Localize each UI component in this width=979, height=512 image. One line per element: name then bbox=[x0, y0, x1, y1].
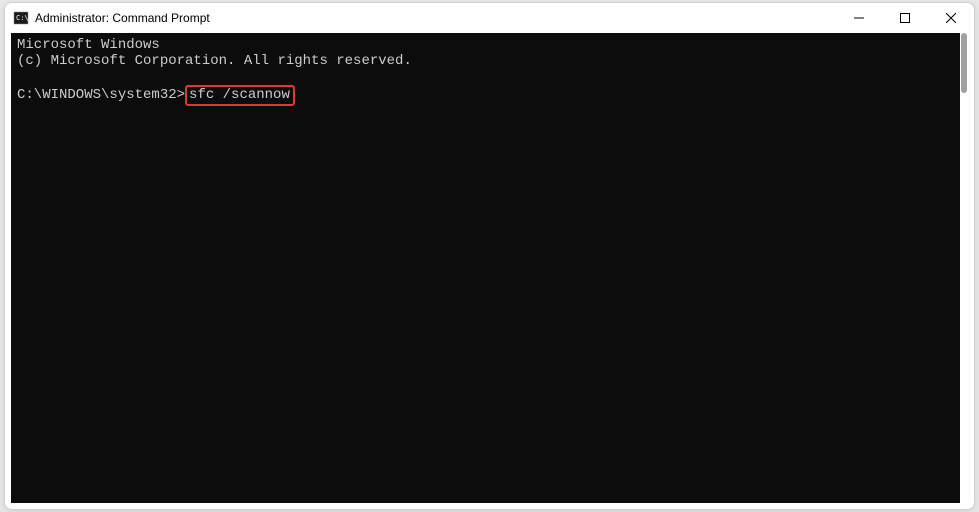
scrollbar[interactable] bbox=[960, 33, 968, 503]
command-prompt-window: C:\ Administrator: Command Prompt Micros… bbox=[4, 2, 975, 510]
minimize-button[interactable] bbox=[836, 3, 882, 33]
close-button[interactable] bbox=[928, 3, 974, 33]
terminal-container: Microsoft Windows(c) Microsoft Corporati… bbox=[5, 33, 974, 509]
window-title: Administrator: Command Prompt bbox=[35, 11, 836, 25]
window-controls bbox=[836, 3, 974, 33]
terminal-prompt: C:\WINDOWS\system32> bbox=[17, 87, 185, 103]
maximize-button[interactable] bbox=[882, 3, 928, 33]
scrollbar-thumb[interactable] bbox=[961, 33, 967, 93]
terminal-output-line: (c) Microsoft Corporation. All rights re… bbox=[17, 53, 954, 69]
svg-text:C:\: C:\ bbox=[16, 14, 29, 22]
terminal-output-line: Microsoft Windows bbox=[17, 37, 954, 53]
command-highlight: sfc /scannow bbox=[185, 85, 295, 106]
terminal-command: sfc /scannow bbox=[189, 87, 290, 103]
cmd-icon: C:\ bbox=[13, 10, 29, 26]
titlebar[interactable]: C:\ Administrator: Command Prompt bbox=[5, 3, 974, 33]
terminal-prompt-line: C:\WINDOWS\system32>sfc /scannow bbox=[17, 85, 954, 106]
terminal[interactable]: Microsoft Windows(c) Microsoft Corporati… bbox=[11, 33, 960, 503]
